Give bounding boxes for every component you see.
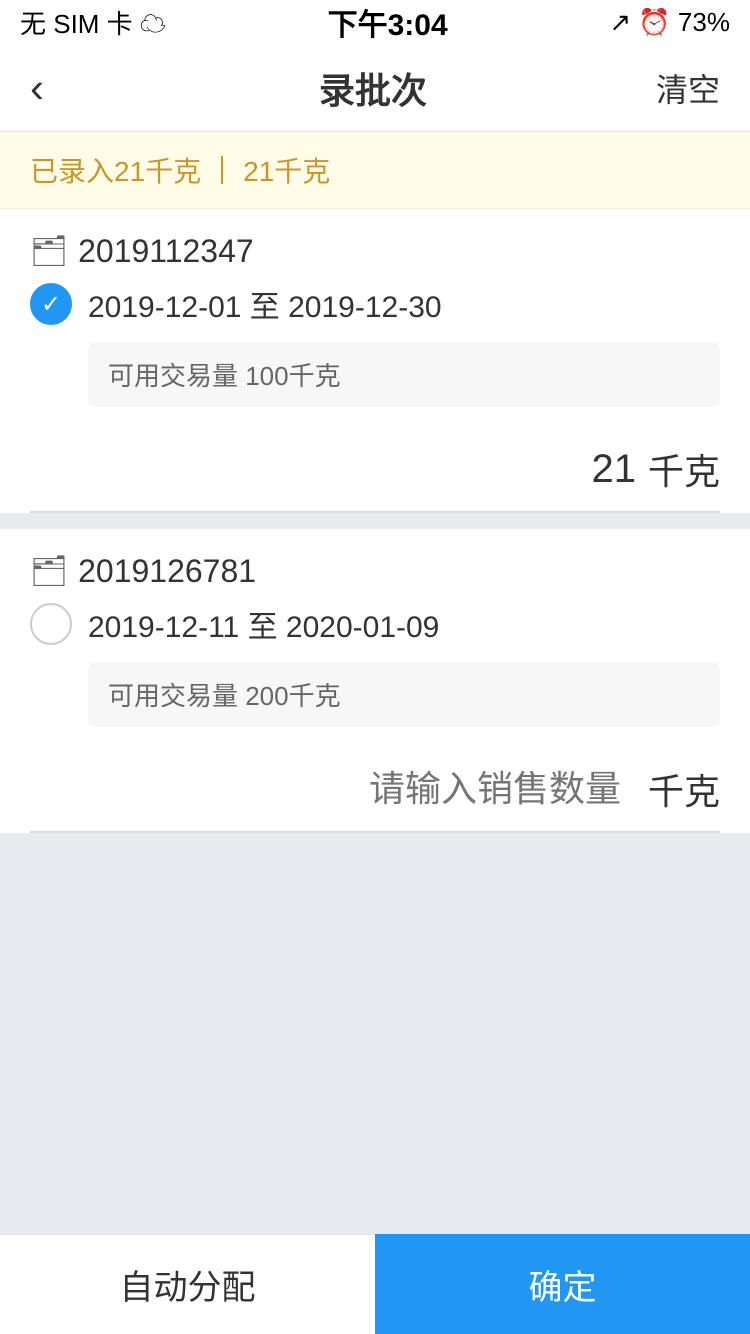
bottom-bar: 自动分配 确定 (0, 1234, 750, 1334)
batch-date-row-2[interactable]: 2019-12-11 至 2020-01-09 (30, 602, 720, 646)
batch-date-row-1[interactable]: ✓ 2019-12-01 至 2019-12-30 (30, 282, 720, 326)
batch-date-1: 2019-12-01 至 2019-12-30 (88, 282, 442, 326)
batch-id-1: 2019112347 (78, 233, 254, 270)
input-row-2: 千克 (0, 747, 750, 815)
batch-item-1: 🗂 2019112347 ✓ 2019-12-01 至 2019-12-30 可… (0, 209, 750, 407)
main-content: 已录入21千克 21千克 🗂 2019112347 ✓ 2019-12-01 至… (0, 132, 750, 1234)
batch-icon-1: 🗂 (30, 234, 68, 269)
confirm-button[interactable]: 确定 (375, 1234, 750, 1334)
page-title: 录批次 (319, 62, 427, 114)
status-bar: 无 SIM 卡 ☁ 下午3:04 ↗ ⏰ 73% (0, 0, 750, 44)
batch-id-2: 2019126781 (78, 553, 256, 590)
empty-area (0, 833, 750, 1234)
quantity-unit-1: 千克 (648, 443, 720, 495)
back-button[interactable]: ‹ (30, 64, 90, 112)
status-icons: ↗ ⏰ 73% (609, 7, 730, 38)
batch-icon-2: 🗂 (30, 554, 68, 589)
info-banner: 已录入21千克 21千克 (0, 132, 750, 209)
recorded-value: 21千克 (243, 150, 330, 190)
radio-1[interactable]: ✓ (30, 283, 72, 325)
input-unit-2: 千克 (648, 763, 720, 815)
batch-item-2: 🗂 2019126781 2019-12-11 至 2020-01-09 可用交… (0, 529, 750, 727)
quantity-value-1: 21 (591, 447, 636, 492)
radio-2[interactable] (30, 603, 72, 645)
quantity-input-2[interactable] (336, 768, 636, 810)
auto-distribute-button[interactable]: 自动分配 (0, 1234, 375, 1334)
batch-date-2: 2019-12-11 至 2020-01-09 (88, 602, 439, 646)
batch-card-1: 🗂 2019112347 ✓ 2019-12-01 至 2019-12-30 可… (0, 209, 750, 513)
status-right: ↗ ⏰ 73% (609, 7, 730, 38)
quantity-row-1: 21 千克 (0, 427, 750, 495)
batch-available-2: 可用交易量 200千克 (88, 662, 720, 727)
no-sim-text: 无 SIM 卡 ☁ (20, 4, 166, 41)
status-left: 无 SIM 卡 ☁ (20, 4, 166, 41)
batch-id-row-2: 🗂 2019126781 (30, 553, 720, 590)
check-icon-1: ✓ (41, 290, 61, 319)
batch-card-2: 🗂 2019126781 2019-12-11 至 2020-01-09 可用交… (0, 529, 750, 833)
batch-available-1: 可用交易量 100千克 (88, 342, 720, 407)
clear-button[interactable]: 清空 (656, 65, 720, 111)
batch-id-row-1: 🗂 2019112347 (30, 233, 720, 270)
section-separator (0, 513, 750, 529)
recorded-label: 已录入21千克 (30, 150, 201, 190)
status-time: 下午3:04 (328, 0, 448, 44)
banner-divider (221, 156, 223, 184)
nav-bar: ‹ 录批次 清空 (0, 44, 750, 132)
